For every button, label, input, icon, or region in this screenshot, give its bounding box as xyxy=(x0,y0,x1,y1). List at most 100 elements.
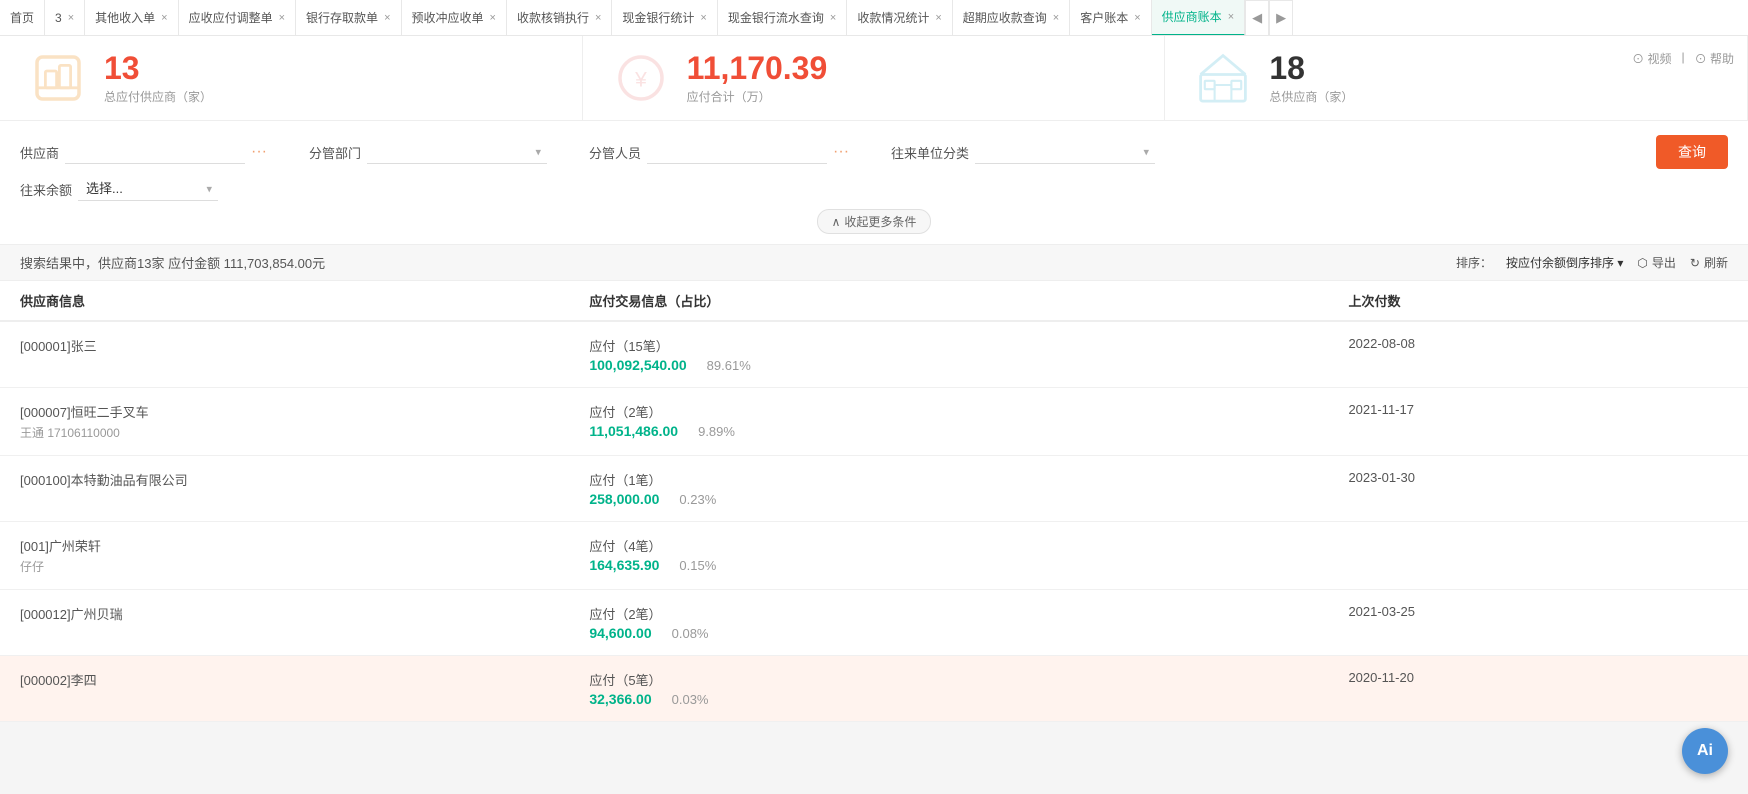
nav-tab-2-close[interactable]: × xyxy=(68,12,74,24)
nav-tab-collect-stat-close[interactable]: × xyxy=(935,12,941,24)
row-3-supplier-link[interactable]: [000100]本特勤油品有限公司 xyxy=(20,473,188,488)
nav-tab-2[interactable]: 3 × xyxy=(45,0,85,36)
data-table: 供应商信息 应付交易信息（占比） 上次付数 [000001]张三 应付（15笔）… xyxy=(0,281,1748,722)
nav-tab-cash-stat[interactable]: 现金银行统计 × xyxy=(612,0,717,36)
top-nav: 首页 3 × 其他收入单 × 应收应付调整单 × 银行存取款单 × 预收冲应收单… xyxy=(0,0,1748,36)
table-row: [000100]本特勤油品有限公司 应付（1笔） 258,000.00 0.23… xyxy=(0,456,1748,522)
result-summary: 搜索结果中，供应商13家 应付金额 111,703,854.00元 xyxy=(20,253,325,272)
nav-tab-other-income-close[interactable]: × xyxy=(161,12,167,24)
nav-prev-arrow[interactable]: ◀ xyxy=(1245,0,1269,36)
nav-tab-cash-flow[interactable]: 现金银行流水查询 × xyxy=(718,0,847,36)
nav-next-arrow[interactable]: ▶ xyxy=(1269,0,1293,36)
row-1-tx-row: 100,092,540.00 89.61% xyxy=(589,357,1348,373)
person-dots[interactable]: ··· xyxy=(833,144,849,160)
row-5-tx-row: 94,600.00 0.08% xyxy=(589,625,1348,641)
row-5-tx-label: 应付（2笔） xyxy=(589,604,1348,623)
supplier-dots[interactable]: ··· xyxy=(251,144,267,160)
nav-tab-collect-stat[interactable]: 收款情况统计 × xyxy=(847,0,952,36)
query-button[interactable]: 查询 xyxy=(1656,135,1728,169)
summary-card-payable-total: ¥ 11,170.39 应付合计（万） xyxy=(583,36,1166,120)
nav-tab-cash-flow-close[interactable]: × xyxy=(830,12,836,24)
row-1-tx-amount[interactable]: 100,092,540.00 xyxy=(589,357,686,373)
money-icon: ¥ xyxy=(613,50,669,106)
payable-total-value: 11,170.39 xyxy=(687,52,828,84)
filter-row-2: 往来余额 选择... xyxy=(20,177,1728,201)
nav-tab-cash-stat-close[interactable]: × xyxy=(700,12,706,24)
collapse-up-icon: ∧ xyxy=(832,215,841,229)
row-6-tx-percent: 0.03% xyxy=(672,692,709,707)
filter-balance: 往来余额 选择... xyxy=(20,177,218,201)
row-4-tx-percent: 0.15% xyxy=(679,558,716,573)
nav-tab-prepay[interactable]: 预收冲应收单 × xyxy=(402,0,507,36)
nav-tab-adjust-close[interactable]: × xyxy=(279,12,285,24)
summary-help: ⊙ 视频 | ⊙ 帮助 xyxy=(1632,50,1734,67)
sort-label: 排序： xyxy=(1456,254,1492,271)
row-6-supplier-link[interactable]: [000002]李四 xyxy=(20,673,97,688)
nav-tab-other-income[interactable]: 其他收入单 × xyxy=(85,0,178,36)
filter-person: 分管人员 ··· xyxy=(589,140,849,164)
sort-value[interactable]: 按应付余额倒序排序 ▾ xyxy=(1506,254,1623,271)
row-3-tx-amount[interactable]: 258,000.00 xyxy=(589,491,659,507)
row-1-tx-label: 应付（15笔） xyxy=(589,336,1348,355)
category-select[interactable] xyxy=(975,140,1155,164)
collapse-bar: ∧ 收起更多条件 xyxy=(20,209,1728,234)
row-5-supplier-link[interactable]: [000012]广州贝瑞 xyxy=(20,607,123,622)
row-4-supplier-link[interactable]: [001]广州荣轩 xyxy=(20,539,101,554)
ai-badge[interactable]: Ai xyxy=(1682,728,1728,774)
nav-tab-collect[interactable]: 收款核销执行 × xyxy=(507,0,612,36)
table-row: [000002]李四 应付（5笔） 32,366.00 0.03% 2020-1… xyxy=(0,656,1748,722)
nav-tab-supplier-ledger[interactable]: 供应商账本 × xyxy=(1152,0,1245,36)
nav-tab-prepay-close[interactable]: × xyxy=(490,12,496,24)
collapse-btn-label: 收起更多条件 xyxy=(844,213,916,230)
row-1-supplier-link[interactable]: [000001]张三 xyxy=(20,339,97,354)
nav-tab-overdue-close[interactable]: × xyxy=(1053,12,1059,24)
export-label: 导出 xyxy=(1652,254,1676,271)
nav-tab-customer-close[interactable]: × xyxy=(1134,12,1140,24)
supplier-input[interactable] xyxy=(65,140,245,164)
nav-tab-customer[interactable]: 客户账本 × xyxy=(1070,0,1151,36)
row-3-lastpay: 2023-01-30 xyxy=(1348,470,1728,485)
dept-select[interactable] xyxy=(367,140,547,164)
row-1-supplier: [000001]张三 xyxy=(20,336,589,355)
filter-row-1: 供应商 ··· 分管部门 分管人员 ··· 往来单位分类 查询 xyxy=(20,135,1728,169)
dept-select-wrap xyxy=(367,140,547,164)
summary-bar: 13 总应付供应商（家） ¥ 11,170.39 应付合计（万） xyxy=(0,36,1748,121)
person-label: 分管人员 xyxy=(589,143,641,162)
payable-suppliers-label: 总应付供应商（家） xyxy=(104,88,212,105)
row-1-lastpay-date: 2022-08-08 xyxy=(1348,336,1415,351)
help-video-btn[interactable]: ⊙ 视频 xyxy=(1632,50,1671,67)
row-2-tx-amount[interactable]: 11,051,486.00 xyxy=(589,423,678,439)
balance-label: 往来余额 xyxy=(20,180,72,199)
nav-tab-bank[interactable]: 银行存取款单 × xyxy=(296,0,401,36)
row-4-supplier: [001]广州荣轩 仔仔 xyxy=(20,536,589,575)
table-row: [000012]广州贝瑞 应付（2笔） 94,600.00 0.08% 2021… xyxy=(0,590,1748,656)
help-doc-btn[interactable]: ⊙ 帮助 xyxy=(1695,50,1734,67)
row-4-tx-amount[interactable]: 164,635.90 xyxy=(589,557,659,573)
nav-tab-overdue[interactable]: 超期应收款查询 × xyxy=(953,0,1070,36)
table-row: [000007]恒旺二手叉车 王通 17106110000 应付（2笔） 11,… xyxy=(0,388,1748,456)
nav-tab-bank-close[interactable]: × xyxy=(384,12,390,24)
nav-tab-collect-stat-label: 收款情况统计 xyxy=(857,9,929,26)
table-header: 供应商信息 应付交易信息（占比） 上次付数 xyxy=(0,281,1748,322)
balance-select[interactable]: 选择... xyxy=(78,177,218,201)
row-2-supplier-link[interactable]: [000007]恒旺二手叉车 xyxy=(20,405,149,420)
table-row: [001]广州荣轩 仔仔 应付（4笔） 164,635.90 0.15% xyxy=(0,522,1748,590)
row-2-supplier: [000007]恒旺二手叉车 王通 17106110000 xyxy=(20,402,589,441)
row-3-supplier: [000100]本特勤油品有限公司 xyxy=(20,470,589,489)
nav-tab-supplier-ledger-label: 供应商账本 xyxy=(1162,8,1222,25)
nav-tab-collect-close[interactable]: × xyxy=(595,12,601,24)
nav-tab-overdue-label: 超期应收款查询 xyxy=(963,9,1047,26)
export-button[interactable]: ⬡ 导出 xyxy=(1637,254,1676,271)
refresh-button[interactable]: ↻ 刷新 xyxy=(1690,254,1728,271)
nav-tab-adjust[interactable]: 应收应付调整单 × xyxy=(179,0,296,36)
person-input[interactable] xyxy=(647,140,827,164)
nav-tab-supplier-ledger-close[interactable]: × xyxy=(1228,11,1234,23)
collapse-button[interactable]: ∧ 收起更多条件 xyxy=(817,209,932,234)
row-6-tx-amount[interactable]: 32,366.00 xyxy=(589,691,651,707)
row-5-tx-amount[interactable]: 94,600.00 xyxy=(589,625,651,641)
nav-tab-cash-stat-label: 现金银行统计 xyxy=(622,9,694,26)
nav-tab-home[interactable]: 首页 xyxy=(0,0,45,36)
row-6-tx-label: 应付（5笔） xyxy=(589,670,1348,689)
total-suppliers-value: 18 xyxy=(1269,52,1353,84)
row-5-transaction: 应付（2笔） 94,600.00 0.08% xyxy=(589,604,1348,641)
